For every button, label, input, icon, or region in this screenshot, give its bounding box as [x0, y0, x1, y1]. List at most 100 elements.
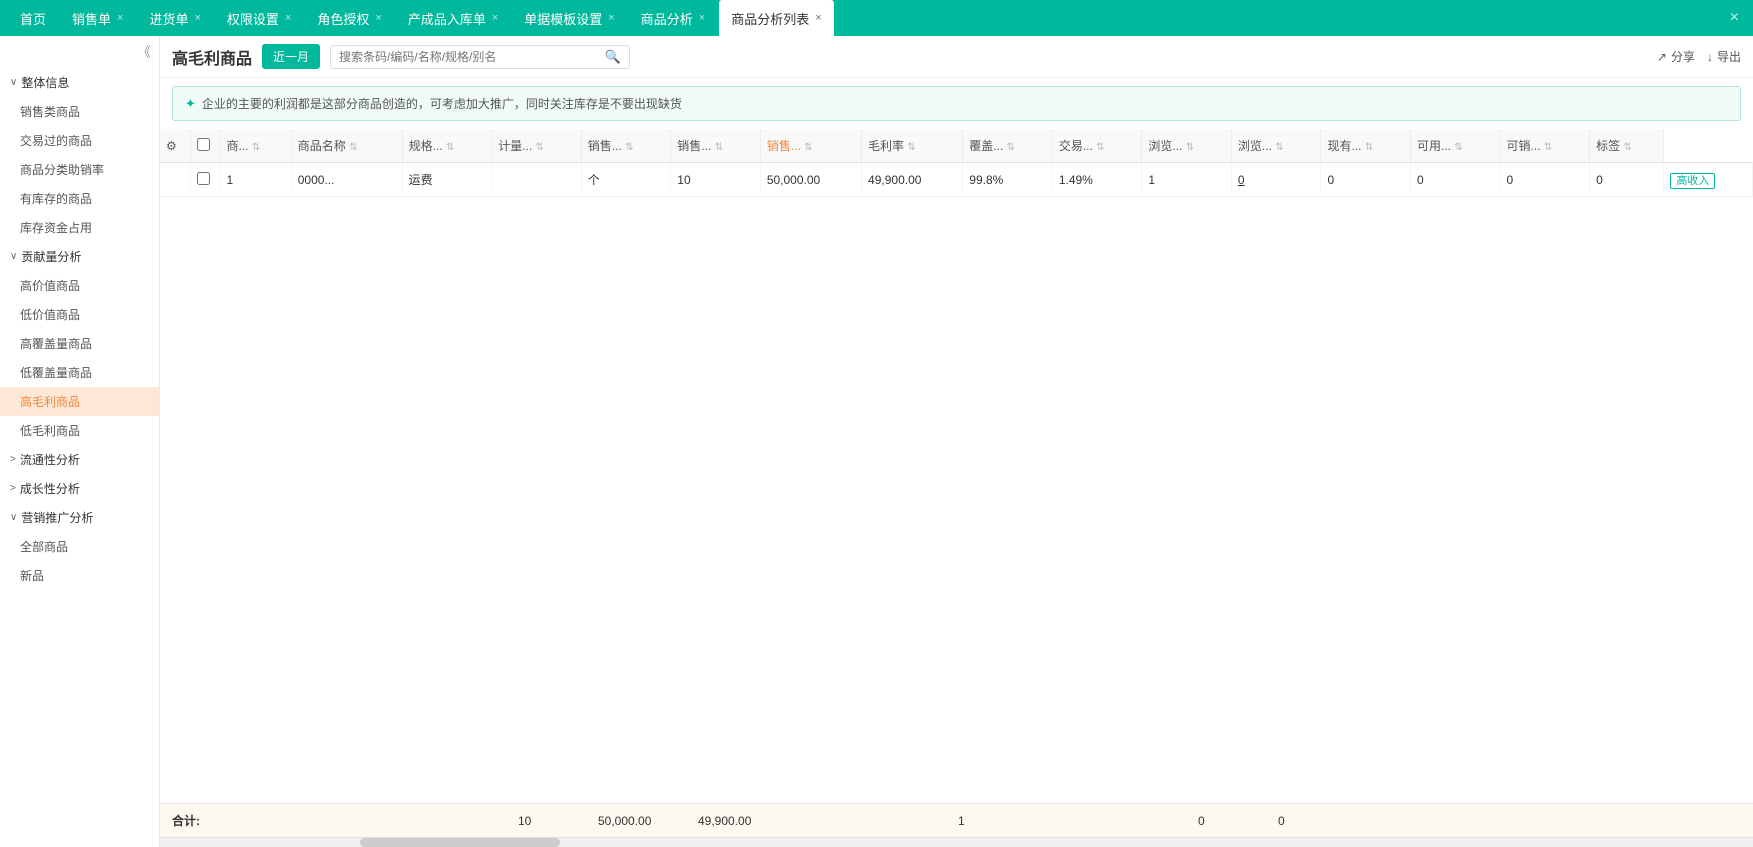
- chevron-down-icon: ∨: [10, 251, 17, 262]
- col-available[interactable]: 可用... ⇅: [1411, 129, 1501, 163]
- table-row: 1 0000... 运费 个 10 50,000.00 49,900.00 99…: [160, 163, 1753, 197]
- col-coverage[interactable]: 覆盖... ⇅: [963, 129, 1053, 163]
- footer-sales-amount: 50,000.00: [592, 814, 692, 828]
- nav-item-analysis-list[interactable]: 商品分析列表 ×: [719, 0, 833, 36]
- data-table: ⚙ 商... ⇅ 商品名称 ⇅ 规格... ⇅ 计量... ⇅ 销售... ⇅ …: [160, 129, 1753, 197]
- cell-checkbox[interactable]: [190, 163, 220, 197]
- cell-name: 运费: [402, 163, 492, 197]
- nav-item-analysis[interactable]: 商品分析 ×: [629, 0, 717, 36]
- close-icon[interactable]: ×: [117, 12, 123, 24]
- footer-total: 合计: 10 50,000.00 49,900.00 1 0 0: [160, 803, 1753, 837]
- row-checkbox[interactable]: [197, 172, 210, 185]
- col-name[interactable]: 商品名称 ⇅: [291, 129, 402, 163]
- tag-badge: 高收入: [1670, 173, 1715, 189]
- col-code[interactable]: 商... ⇅: [220, 129, 291, 163]
- close-icon[interactable]: ×: [815, 12, 821, 24]
- col-checkbox[interactable]: [190, 129, 220, 163]
- nav-item-sales[interactable]: 销售单 ×: [60, 0, 135, 36]
- top-nav: 首页 销售单 × 进货单 × 权限设置 × 角色授权 × 产成品入库单 × 单据…: [0, 0, 1753, 36]
- nav-label-analysis: 商品分析: [641, 9, 693, 28]
- col-unit[interactable]: 计量... ⇅: [492, 129, 582, 163]
- nav-item-permission[interactable]: 权限设置 ×: [215, 0, 303, 36]
- cell-spec: [492, 163, 582, 197]
- sidebar-group-marketing[interactable]: ∨ 营销推广分析: [0, 503, 159, 532]
- page-title: 高毛利商品: [172, 45, 252, 69]
- close-icon[interactable]: ×: [608, 12, 614, 24]
- export-label: 导出: [1717, 48, 1741, 65]
- col-trade[interactable]: 交易... ⇅: [1052, 129, 1142, 163]
- sidebar: 《 ∨ 整体信息 销售类商品 交易过的商品 商品分类助销率 有库存的商品 库存资…: [0, 36, 160, 847]
- nav-label-permission: 权限设置: [227, 9, 279, 28]
- nav-label-template: 单据模板设置: [524, 9, 602, 28]
- col-browse1[interactable]: 浏览... ⇅: [1142, 129, 1232, 163]
- scrollbar-thumb[interactable]: [360, 838, 560, 847]
- close-icon[interactable]: ×: [285, 12, 291, 24]
- nav-label-home: 首页: [20, 9, 46, 28]
- sidebar-item-capital[interactable]: 库存资金占用: [0, 213, 159, 242]
- sidebar-item-new-goods[interactable]: 新品: [0, 561, 159, 590]
- cell-current-stock: 0: [1411, 163, 1501, 197]
- sidebar-item-low-margin[interactable]: 低毛利商品: [0, 416, 159, 445]
- col-tag[interactable]: 标签 ⇅: [1590, 129, 1664, 163]
- chevron-right-icon: >: [10, 483, 16, 494]
- sidebar-item-all-goods[interactable]: 全部商品: [0, 532, 159, 561]
- info-banner-text: 企业的主要的利润都是这部分商品创造的，可考虑加大推广，同时关注库存是不要出现缺货: [202, 95, 682, 112]
- col-sales-profit[interactable]: 销售... ⇅: [760, 129, 861, 163]
- nav-item-inbound[interactable]: 产成品入库单 ×: [396, 0, 510, 36]
- search-input[interactable]: [339, 50, 605, 64]
- col-current-stock[interactable]: 现有... ⇅: [1321, 129, 1411, 163]
- nav-label-role: 角色授权: [317, 9, 369, 28]
- cell-code: 0000...: [291, 163, 402, 197]
- sidebar-group-overall[interactable]: ∨ 整体信息: [0, 68, 159, 97]
- sidebar-item-low-coverage[interactable]: 低覆盖量商品: [0, 358, 159, 387]
- col-spec[interactable]: 规格... ⇅: [402, 129, 492, 163]
- col-saleable[interactable]: 可销... ⇅: [1500, 129, 1590, 163]
- info-banner: ✦ 企业的主要的利润都是这部分商品创造的，可考虑加大推广，同时关注库存是不要出现…: [172, 86, 1741, 121]
- sidebar-item-category-rate[interactable]: 商品分类助销率: [0, 155, 159, 184]
- horizontal-scrollbar[interactable]: [160, 837, 1753, 847]
- col-sales-qty[interactable]: 销售... ⇅: [581, 129, 671, 163]
- cell-index: 1: [220, 163, 291, 197]
- export-button[interactable]: ↓ 导出: [1707, 48, 1741, 65]
- main-container: 《 ∨ 整体信息 销售类商品 交易过的商品 商品分类助销率 有库存的商品 库存资…: [0, 36, 1753, 847]
- sidebar-item-high-value[interactable]: 高价值商品: [0, 271, 159, 300]
- export-icon: ↓: [1707, 50, 1713, 64]
- share-icon: ↗: [1657, 50, 1667, 64]
- col-gross-margin[interactable]: 毛利率 ⇅: [862, 129, 963, 163]
- search-icon[interactable]: 🔍: [605, 49, 621, 65]
- col-settings[interactable]: ⚙: [160, 129, 190, 163]
- cell-browse2: 0: [1321, 163, 1411, 197]
- sidebar-group-overall-label: 整体信息: [21, 74, 69, 91]
- nav-item-template[interactable]: 单据模板设置 ×: [512, 0, 626, 36]
- col-browse2[interactable]: 浏览... ⇅: [1231, 129, 1321, 163]
- col-sales-amount[interactable]: 销售... ⇅: [671, 129, 761, 163]
- sidebar-group-marketing-label: 营销推广分析: [21, 509, 93, 526]
- cell-browse1[interactable]: 0: [1231, 163, 1321, 197]
- share-button[interactable]: ↗ 分享: [1657, 48, 1695, 65]
- nav-item-purchase[interactable]: 进货单 ×: [137, 0, 212, 36]
- cell-sales-qty: 10: [671, 163, 761, 197]
- sidebar-item-sales-goods[interactable]: 销售类商品: [0, 97, 159, 126]
- sidebar-item-traded-goods[interactable]: 交易过的商品: [0, 126, 159, 155]
- nav-item-role[interactable]: 角色授权 ×: [305, 0, 393, 36]
- sidebar-item-high-coverage[interactable]: 高覆盖量商品: [0, 329, 159, 358]
- close-icon[interactable]: ×: [492, 12, 498, 24]
- cell-sales-amount: 50,000.00: [760, 163, 861, 197]
- nav-label-sales: 销售单: [72, 9, 111, 28]
- nav-item-home[interactable]: 首页: [8, 0, 58, 36]
- close-all-button[interactable]: ×: [1724, 9, 1745, 27]
- sidebar-collapse-button[interactable]: 《: [0, 36, 159, 68]
- sidebar-item-low-value[interactable]: 低价值商品: [0, 300, 159, 329]
- close-icon[interactable]: ×: [194, 12, 200, 24]
- filter-month-button[interactable]: 近一月: [262, 44, 320, 69]
- sidebar-item-high-margin[interactable]: 高毛利商品: [0, 387, 159, 416]
- close-icon[interactable]: ×: [699, 12, 705, 24]
- select-all-checkbox[interactable]: [197, 138, 210, 151]
- close-icon[interactable]: ×: [375, 12, 381, 24]
- sidebar-group-growth[interactable]: > 成长性分析: [0, 474, 159, 503]
- sidebar-group-contribution-label: 贡献量分析: [21, 248, 81, 265]
- sidebar-group-contribution[interactable]: ∨ 贡献量分析: [0, 242, 159, 271]
- sidebar-item-in-stock[interactable]: 有库存的商品: [0, 184, 159, 213]
- table-container[interactable]: ⚙ 商... ⇅ 商品名称 ⇅ 规格... ⇅ 计量... ⇅ 销售... ⇅ …: [160, 129, 1753, 803]
- sidebar-group-liquidity[interactable]: > 流通性分析: [0, 445, 159, 474]
